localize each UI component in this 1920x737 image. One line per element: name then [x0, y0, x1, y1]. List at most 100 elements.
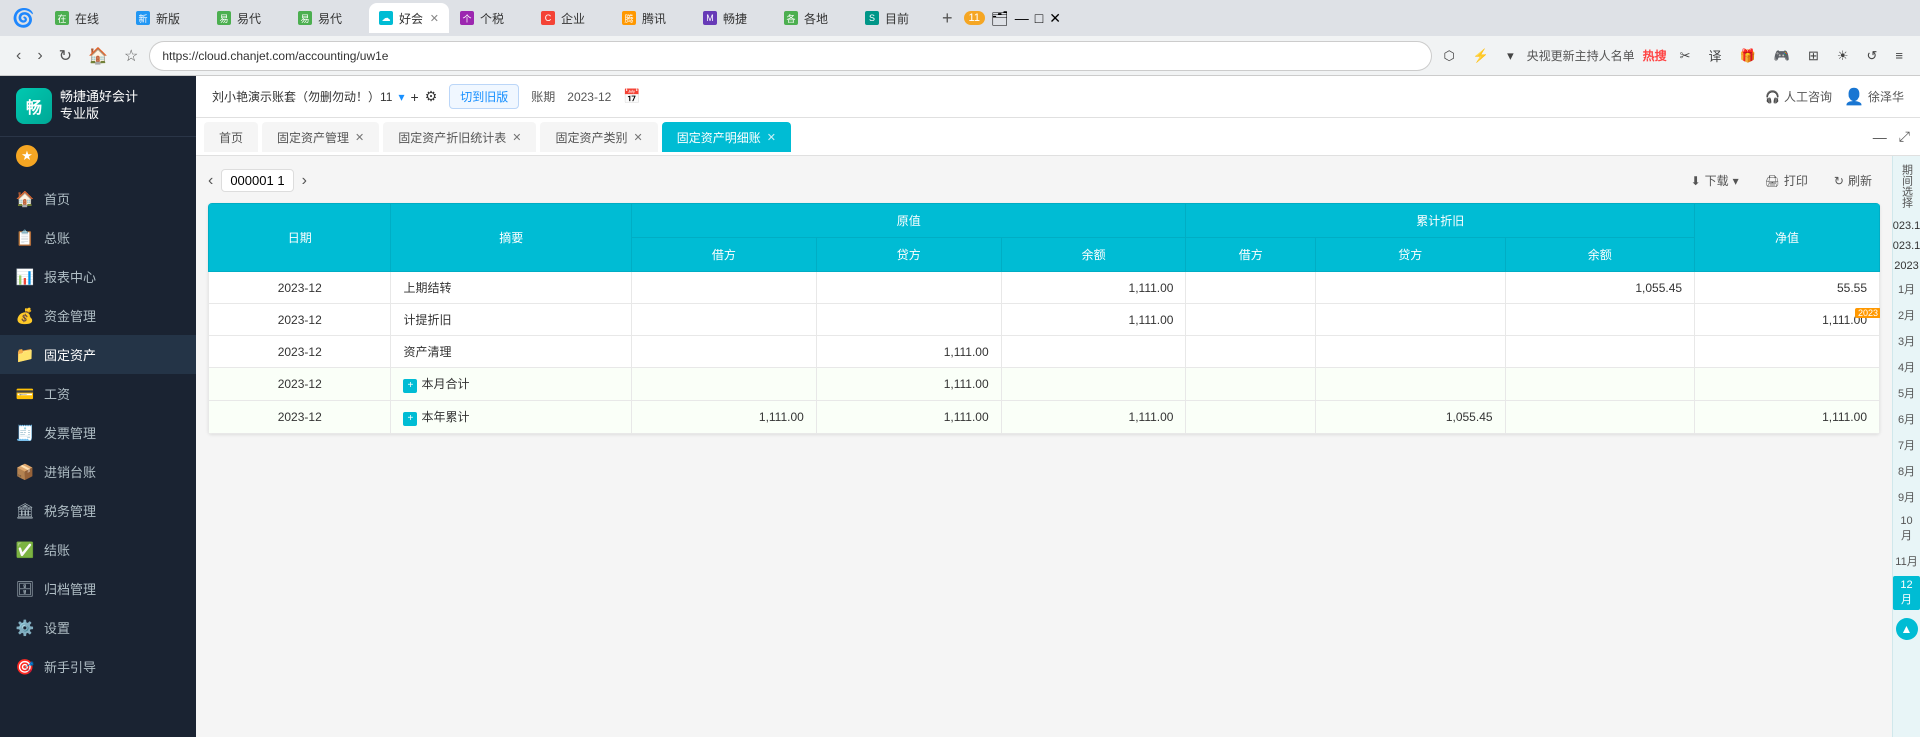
cell-net-value [1695, 368, 1880, 401]
sun-icon[interactable]: ☀ [1832, 45, 1854, 67]
print-button[interactable]: 🖨 打印 [1757, 168, 1816, 193]
forward-button[interactable]: › [33, 43, 46, 69]
sidebar-item-closing[interactable]: ✅ 结账 [0, 530, 196, 569]
minimize-pane-icon[interactable]: — [1871, 127, 1889, 147]
company-selector[interactable]: 刘小艳演示账套（勿删勿动！）11 ▾ + ⚙ [212, 88, 437, 105]
refresh-button[interactable]: ↻ 刷新 [1826, 168, 1880, 193]
restore-window-icon[interactable]: 🗂 [991, 10, 1009, 27]
translate-icon[interactable]: 译 [1704, 43, 1727, 68]
cell-date: 2023-12 [209, 368, 391, 401]
browser-tab-10[interactable]: S 目前 [855, 3, 935, 33]
game-icon[interactable]: 🎮 [1769, 45, 1795, 67]
tab-favicon-6: C [541, 11, 555, 25]
period-month-8[interactable]: 8月 [1893, 460, 1920, 482]
period-month-2[interactable]: 2月 [1893, 304, 1920, 326]
cell-date: 2023-12 [209, 272, 391, 304]
period-month-7[interactable]: 7月 [1893, 434, 1920, 456]
service-label: 人工咨询 [1784, 88, 1832, 105]
browser-tab-7[interactable]: 腾 腾讯 [612, 3, 692, 33]
browser-tab-4[interactable]: ☁ 好会 ✕ [369, 3, 449, 33]
back-button[interactable]: ‹ [12, 43, 25, 69]
address-input[interactable] [150, 42, 1430, 70]
cell-orig-credit [816, 304, 1001, 336]
sidebar-item-invoice[interactable]: 🧾 发票管理 [0, 413, 196, 452]
browser-tab-0[interactable]: 在 在线 [45, 3, 125, 33]
tab-bar: 🌀 在 在线 新 新版 易 易代 易 易代 ☁ 好会 ✕ 个 个税 C 企业 [0, 0, 1920, 36]
period-month-4[interactable]: 4月 [1893, 356, 1920, 378]
browser-tab-5[interactable]: 个 个税 [450, 3, 530, 33]
sidebar-item-ledger[interactable]: 📋 总账 [0, 218, 196, 257]
wallet-icon[interactable]: 🎁 [1735, 45, 1761, 67]
tab-asset-management-close[interactable]: ✕ [355, 131, 364, 144]
grid-icon[interactable]: ⊞ [1803, 45, 1824, 67]
period-month-1[interactable]: 1月 [1893, 278, 1920, 300]
period-month-11[interactable]: 11月 [1893, 550, 1920, 572]
browser-tab-9[interactable]: 各 各地 [774, 3, 854, 33]
scroll-top-button[interactable]: ▲ [1896, 618, 1918, 640]
prev-page-button[interactable]: ‹ [208, 172, 213, 190]
period-month-9[interactable]: 9月 [1893, 486, 1920, 508]
new-tab-button[interactable]: + [936, 8, 959, 29]
sidebar-item-archive[interactable]: 🗄 归档管理 [0, 569, 196, 608]
tab-depreciation-stats-close[interactable]: ✕ [512, 131, 521, 144]
period-month-5[interactable]: 5月 [1893, 382, 1920, 404]
tab-home[interactable]: 首页 [204, 122, 258, 152]
download-button[interactable]: ⬇ 下载 ▾ [1683, 168, 1747, 193]
tab-asset-category[interactable]: 固定资产类别 ✕ [540, 122, 657, 152]
service-button[interactable]: 🎧 人工咨询 [1765, 88, 1832, 105]
tab-asset-management[interactable]: 固定资产管理 ✕ [262, 122, 379, 152]
sidebar-item-purchsale[interactable]: 📦 进销台账 [0, 452, 196, 491]
hot-search-label[interactable]: 热搜 [1643, 47, 1667, 64]
tab-asset-category-close[interactable]: ✕ [634, 131, 643, 144]
browser-tab-2[interactable]: 易 易代 [207, 3, 287, 33]
settings-small-icon[interactable]: ⚙ [425, 88, 438, 105]
period-month-12[interactable]: 12月 [1893, 576, 1920, 610]
maximize-pane-icon[interactable]: ⤢ [1897, 126, 1912, 147]
browser-tab-1[interactable]: 新 新版 [126, 3, 206, 33]
tab-depreciation-stats[interactable]: 固定资产折旧统计表 ✕ [383, 122, 536, 152]
cell-summary: +本年累计 [391, 401, 632, 434]
cell-date: 2023-12 [209, 304, 391, 336]
sidebar-menu: 🏠 首页 📋 总账 📊 报表中心 💰 资金管理 📁 固定资产 💳 工资 [0, 171, 196, 737]
top-bar-icons[interactable]: + [411, 89, 419, 105]
extensions-icon[interactable]: ⬡ [1439, 45, 1460, 67]
history-icon[interactable]: ↺ [1862, 45, 1883, 67]
browser-tab-3[interactable]: 易 易代 [288, 3, 368, 33]
scissors-icon[interactable]: ✂ [1675, 45, 1696, 67]
sidebar-item-tax[interactable]: 🏛 税务管理 [0, 491, 196, 530]
tab-asset-detail-close[interactable]: ✕ [767, 131, 776, 144]
maximize-icon[interactable]: □ [1035, 10, 1043, 26]
menu-icon[interactable]: ≡ [1890, 45, 1908, 66]
period-month-10[interactable]: 10月 [1893, 512, 1920, 546]
period-month-6[interactable]: 6月 [1893, 408, 1920, 430]
next-page-button[interactable]: › [302, 172, 307, 190]
bookmark-button[interactable]: ☆ [120, 42, 142, 70]
calendar-icon[interactable]: 📅 [623, 88, 640, 105]
tab-close-4[interactable]: ✕ [430, 12, 439, 25]
sidebar-item-settings[interactable]: ⚙️ 设置 [0, 608, 196, 647]
close-window-icon[interactable]: ✕ [1049, 10, 1061, 27]
sidebar-item-home[interactable]: 🏠 首页 [0, 179, 196, 218]
sidebar-item-funds[interactable]: 💰 资金管理 [0, 296, 196, 335]
switch-version-button[interactable]: 切到旧版 [449, 84, 519, 109]
page-nav[interactable]: 000001 1 [221, 169, 293, 192]
browser-tab-8[interactable]: M 畅捷 [693, 3, 773, 33]
lightning-icon[interactable]: ⚡ [1468, 45, 1494, 67]
cell-orig-balance [1001, 336, 1186, 368]
sidebar-item-guide[interactable]: 🎯 新手引导 [0, 647, 196, 686]
sidebar-label-salary: 工资 [44, 384, 70, 403]
cell-orig-debit [632, 336, 817, 368]
reload-button[interactable]: ↻ [55, 42, 76, 70]
sidebar-item-assets[interactable]: 📁 固定资产 [0, 335, 196, 374]
sidebar-item-salary[interactable]: 💳 工资 [0, 374, 196, 413]
minimize-icon[interactable]: — [1015, 10, 1029, 26]
period-label: 账期 [531, 88, 555, 105]
browser-tab-6[interactable]: C 企业 [531, 3, 611, 33]
tab-depreciation-stats-label: 固定资产折旧统计表 [398, 129, 506, 146]
tab-asset-detail[interactable]: 固定资产明细账 ✕ [662, 122, 791, 152]
sidebar-item-reports[interactable]: 📊 报表中心 [0, 257, 196, 296]
dropdown-arrow-icon[interactable]: ▾ [1502, 45, 1519, 67]
period-month-3[interactable]: 3月 [1893, 330, 1920, 352]
browser-tab-back[interactable]: 🌀 [4, 3, 44, 33]
home-button[interactable]: 🏠 [84, 42, 112, 70]
